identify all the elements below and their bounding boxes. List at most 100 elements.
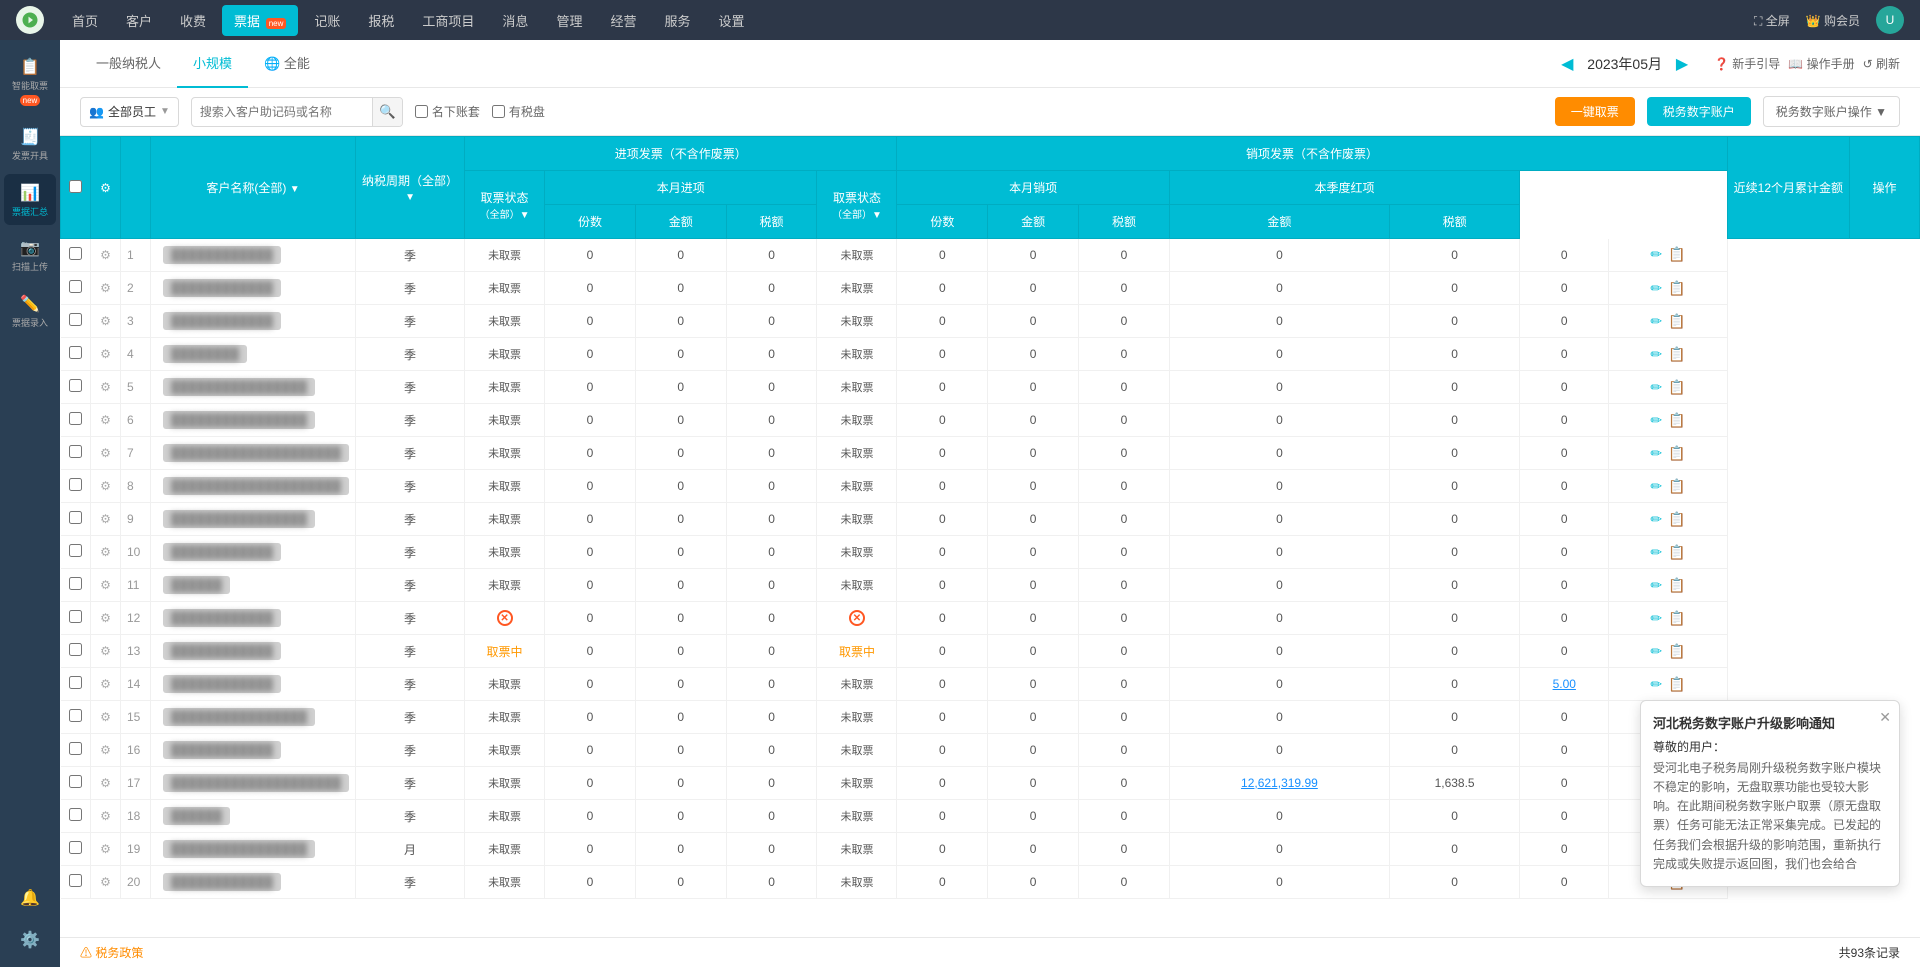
row-settings-icon[interactable]: ⚙ [100,578,111,592]
row-settings-icon[interactable]: ⚙ [100,776,111,790]
row-settings-icon[interactable]: ⚙ [100,248,111,262]
row-checkbox[interactable] [69,808,82,821]
copy-icon[interactable]: 📋 [1668,280,1685,297]
tab-general-taxpayer[interactable]: 一般纳税人 [80,40,177,88]
nav-home[interactable]: 首页 [60,5,110,36]
nav-tax[interactable]: 报税 [356,5,406,36]
row-checkbox[interactable] [69,412,82,425]
row-settings-icon[interactable]: ⚙ [100,875,111,889]
sidebar-item-settings[interactable]: ⚙️ [4,921,56,959]
copy-icon[interactable]: 📋 [1668,346,1685,363]
row-settings-icon[interactable]: ⚙ [100,512,111,526]
row-checkbox[interactable] [69,676,82,689]
edit-icon[interactable]: ✏ [1650,445,1662,462]
row-settings-icon[interactable]: ⚙ [100,644,111,658]
row-settings-icon[interactable]: ⚙ [100,677,111,691]
refresh-btn[interactable]: ↺ 刷新 [1863,55,1900,72]
nav-operation[interactable]: 经营 [598,5,648,36]
sidebar-item-notification[interactable]: 🔔 [4,879,56,917]
edit-icon[interactable]: ✏ [1650,280,1662,297]
nav-service[interactable]: 服务 [652,5,702,36]
edit-icon[interactable]: ✏ [1650,478,1662,495]
copy-icon[interactable]: 📋 [1668,246,1685,263]
sidebar-item-entry[interactable]: ✏️ 票据录入 [4,285,56,337]
row-checkbox[interactable] [69,280,82,293]
edit-icon[interactable]: ✏ [1650,544,1662,561]
copy-icon[interactable]: 📋 [1668,313,1685,330]
row-checkbox[interactable] [69,643,82,656]
nav-invoice[interactable]: 票据 new [222,5,298,36]
row-checkbox[interactable] [69,478,82,491]
edit-icon[interactable]: ✏ [1650,313,1662,330]
nav-business[interactable]: 工商项目 [410,5,486,36]
copy-icon[interactable]: 📋 [1668,445,1685,462]
edit-icon[interactable]: ✏ [1650,379,1662,396]
edit-icon[interactable]: ✏ [1650,412,1662,429]
row-checkbox[interactable] [69,874,82,887]
member-btn[interactable]: 👑 购会员 [1806,12,1860,29]
edit-icon[interactable]: ✏ [1650,577,1662,594]
row-checkbox[interactable] [69,775,82,788]
notification-close-btn[interactable]: ✕ [1879,709,1891,726]
nav-settings[interactable]: 设置 [706,5,756,36]
has-taxdisk-checkbox[interactable]: 有税盘 [492,103,545,120]
row-settings-icon[interactable]: ⚙ [100,479,111,493]
nav-accounting[interactable]: 记账 [302,5,352,36]
copy-icon[interactable]: 📋 [1668,379,1685,396]
copy-icon[interactable]: 📋 [1668,643,1685,660]
copy-icon[interactable]: 📋 [1668,478,1685,495]
row-settings-icon[interactable]: ⚙ [100,380,111,394]
prev-month-btn[interactable]: ◀ [1555,52,1579,76]
manual-btn[interactable]: 📖 操作手册 [1788,55,1854,72]
nav-message[interactable]: 消息 [490,5,540,36]
fullscreen-btn[interactable]: ⛶ 全屏 [1754,12,1790,29]
nav-client[interactable]: 客户 [114,5,164,36]
guide-btn[interactable]: ❓ 新手引导 [1714,55,1780,72]
tax-digital-account-btn[interactable]: 税务数字账户 [1647,97,1751,126]
row-settings-icon[interactable]: ⚙ [100,413,111,427]
th-client-name[interactable]: 客户名称(全部) ▼ [151,137,356,239]
th-out-status[interactable]: 取票状态（全部）▼ [817,171,897,239]
row-settings-icon[interactable]: ⚙ [100,347,111,361]
sidebar-item-smart-ticket[interactable]: 📋 智能取票 new [4,48,56,114]
edit-icon[interactable]: ✏ [1650,610,1662,627]
row-checkbox[interactable] [69,379,82,392]
select-all-checkbox[interactable] [69,180,82,193]
row-checkbox[interactable] [69,247,82,260]
has-taxdisk-input[interactable] [492,105,505,118]
row-settings-icon[interactable]: ⚙ [100,710,111,724]
copy-icon[interactable]: 📋 [1668,412,1685,429]
sidebar-item-open-invoice[interactable]: 🧾 发票开具 [4,118,56,170]
row-checkbox[interactable] [69,313,82,326]
nav-billing[interactable]: 收费 [168,5,218,36]
red-amount[interactable]: 12,621,319.99 [1241,776,1318,790]
edit-icon[interactable]: ✏ [1650,511,1662,528]
under-account-checkbox[interactable]: 名下账套 [415,103,480,120]
employee-select[interactable]: 👥 全部员工 ▼ [80,97,179,127]
row-settings-icon[interactable]: ⚙ [100,743,111,757]
next-month-btn[interactable]: ▶ [1670,52,1694,76]
user-avatar[interactable]: U [1876,6,1904,34]
row-checkbox[interactable] [69,544,82,557]
row-settings-icon[interactable]: ⚙ [100,545,111,559]
copy-icon[interactable]: 📋 [1668,610,1685,627]
tab-all[interactable]: 🌐 全能 [248,40,326,88]
copy-icon[interactable]: 📋 [1668,544,1685,561]
row-checkbox[interactable] [69,445,82,458]
row-checkbox[interactable] [69,577,82,590]
sidebar-item-scan[interactable]: 📷 扫描上传 [4,229,56,281]
th-in-status[interactable]: 取票状态（全部）▼ [465,171,545,239]
accumulated[interactable]: 5.00 [1553,677,1576,691]
under-account-input[interactable] [415,105,428,118]
search-input[interactable] [192,105,372,119]
row-settings-icon[interactable]: ⚙ [100,809,111,823]
tab-small-scale[interactable]: 小规模 [177,40,248,88]
row-settings-icon[interactable]: ⚙ [100,446,111,460]
nav-manage[interactable]: 管理 [544,5,594,36]
edit-icon[interactable]: ✏ [1650,246,1662,263]
edit-icon[interactable]: ✏ [1650,643,1662,660]
edit-icon[interactable]: ✏ [1650,676,1662,693]
th-tax-period[interactable]: 纳税周期（全部）▼ [356,137,465,239]
one-click-ticket-btn[interactable]: 一键取票 [1555,97,1635,126]
row-checkbox[interactable] [69,346,82,359]
